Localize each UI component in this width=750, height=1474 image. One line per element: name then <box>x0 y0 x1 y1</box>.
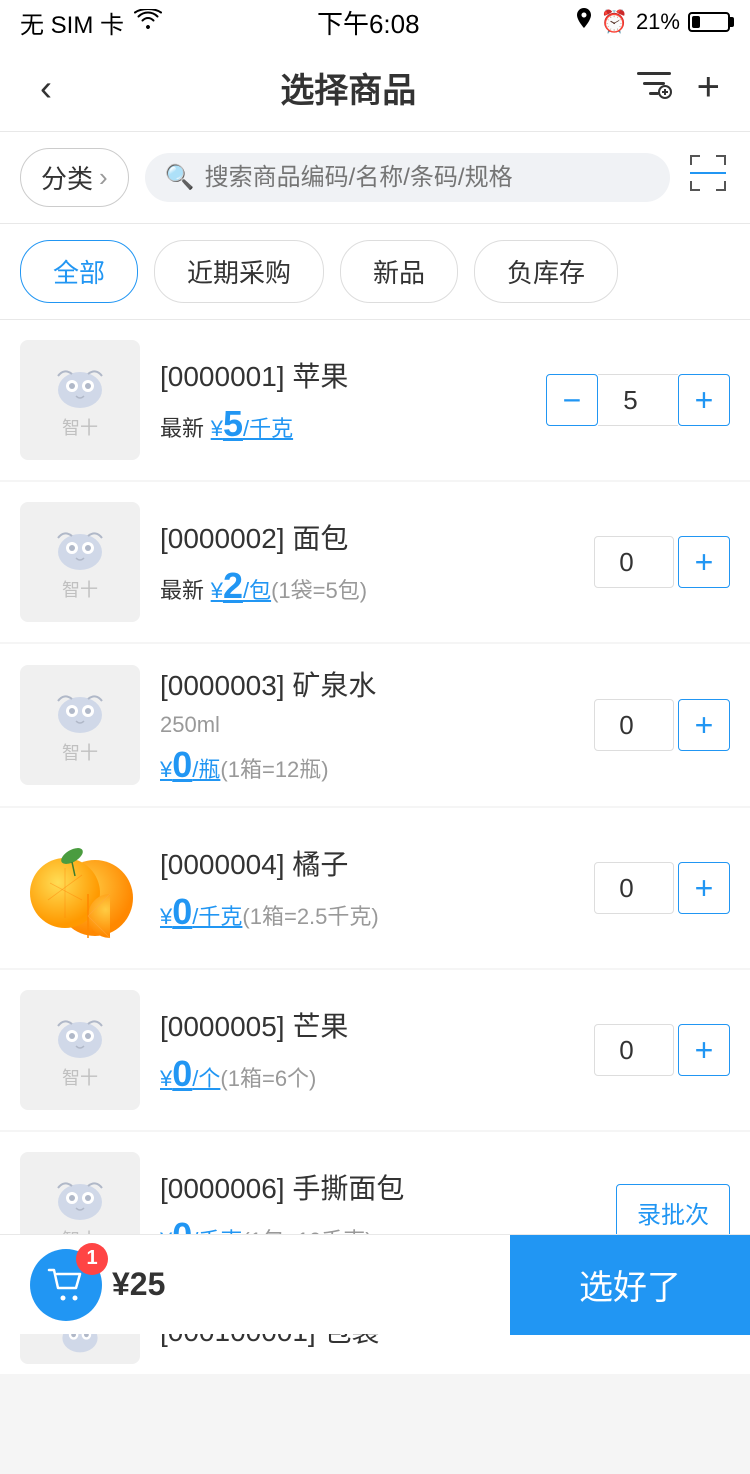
tab-new[interactable]: 新品 <box>340 240 458 303</box>
quantity-control: + <box>594 862 730 914</box>
filter-button[interactable] <box>635 67 673 109</box>
list-item: 智十 [0000002] 面包 最新 ¥2/包(1袋=5包) + <box>0 482 750 642</box>
wifi-icon <box>134 8 162 36</box>
quantity-input[interactable] <box>598 374 678 426</box>
filter-tabs: 全部 近期采购 新品 负库存 <box>0 224 750 320</box>
location-icon <box>575 8 593 36</box>
product-list: 智十 [0000001] 苹果 最新 ¥5/千克 − + <box>0 320 750 1374</box>
product-info: [0000005] 芒果 ¥0/个(1箱=6个) <box>160 1005 574 1095</box>
tab-recent[interactable]: 近期采购 <box>154 240 324 303</box>
category-label: 分类 <box>41 159 93 196</box>
product-spec: 250ml <box>160 712 574 738</box>
carrier-label: 无 SIM 卡 <box>20 5 124 40</box>
quantity-input[interactable] <box>594 536 674 588</box>
product-image: 智十 <box>20 340 140 460</box>
add-button[interactable]: + <box>697 65 720 110</box>
status-right: ⏰ 21% <box>575 8 730 36</box>
quantity-control: + <box>594 536 730 588</box>
cart-button[interactable]: 1 <box>30 1249 102 1321</box>
page-title: 选择商品 <box>280 63 416 112</box>
search-input-wrap: 🔍 <box>145 153 670 202</box>
product-price: 最新 ¥5/千克 <box>160 403 526 445</box>
bottom-bar: 1 ¥25 选好了 <box>0 1234 750 1334</box>
confirm-button[interactable]: 选好了 <box>510 1235 750 1335</box>
category-button[interactable]: 分类 › <box>20 148 129 207</box>
product-info: [0000004] 橘子 ¥0/千克(1箱=2.5千克) <box>160 843 574 933</box>
status-bar: 无 SIM 卡 下午6:08 ⏰ 21% <box>0 0 750 44</box>
tangerine-illustration <box>20 828 140 948</box>
plus-button[interactable]: + <box>678 699 730 751</box>
product-info: [0000002] 面包 最新 ¥2/包(1袋=5包) <box>160 517 574 607</box>
product-image: 智十 <box>20 502 140 622</box>
product-price: ¥0/瓶(1箱=12瓶) <box>160 744 574 786</box>
product-name: [0000006] 手撕面包 <box>160 1167 596 1207</box>
product-info: [0000001] 苹果 最新 ¥5/千克 <box>160 355 526 445</box>
search-input[interactable] <box>205 164 650 192</box>
status-time: 下午6:08 <box>317 4 420 41</box>
product-price: 最新 ¥2/包(1袋=5包) <box>160 565 574 607</box>
nav-actions: + <box>635 65 720 110</box>
brand-watermark: 智十 <box>62 739 98 765</box>
plus-button[interactable]: + <box>678 862 730 914</box>
list-item: 智十 [0000003] 矿泉水 250ml ¥0/瓶(1箱=12瓶) + <box>0 644 750 806</box>
plus-button[interactable]: + <box>678 374 730 426</box>
placeholder-owl-icon: 智十 <box>50 1010 110 1090</box>
quantity-input[interactable] <box>594 699 674 751</box>
cart-section: 1 ¥25 <box>0 1249 510 1321</box>
tab-all[interactable]: 全部 <box>20 240 138 303</box>
product-price: ¥0/个(1箱=6个) <box>160 1053 574 1095</box>
tab-negative-stock[interactable]: 负库存 <box>474 240 618 303</box>
battery-percent: 21% <box>636 9 680 35</box>
placeholder-owl-icon: 智十 <box>50 360 110 440</box>
alarm-icon: ⏰ <box>601 9 628 35</box>
cart-badge: 1 <box>76 1243 108 1275</box>
search-icon: 🔍 <box>165 163 195 192</box>
cart-total: ¥25 <box>112 1266 165 1303</box>
search-row: 分类 › 🔍 <box>0 132 750 224</box>
product-image: 智十 <box>20 665 140 785</box>
quantity-control: + <box>594 1024 730 1076</box>
product-name: [0000001] 苹果 <box>160 355 526 395</box>
scan-button[interactable] <box>686 151 730 204</box>
list-item: 智十 [0000001] 苹果 最新 ¥5/千克 − + <box>0 320 750 480</box>
product-image: 智十 <box>20 990 140 1110</box>
placeholder-owl-icon: 智十 <box>50 685 110 765</box>
product-info: [0000003] 矿泉水 250ml ¥0/瓶(1箱=12瓶) <box>160 664 574 786</box>
product-name: [0000005] 芒果 <box>160 1005 574 1045</box>
chevron-right-icon: › <box>99 162 108 193</box>
cart-icon <box>47 1268 85 1302</box>
product-price: ¥0/千克(1箱=2.5千克) <box>160 891 574 933</box>
batch-button[interactable]: 录批次 <box>616 1184 730 1241</box>
product-name: [0000004] 橘子 <box>160 843 574 883</box>
brand-watermark: 智十 <box>62 1064 98 1090</box>
quantity-control: − + <box>546 374 730 426</box>
plus-button[interactable]: + <box>678 536 730 588</box>
battery-icon <box>688 12 730 32</box>
brand-watermark: 智十 <box>62 576 98 602</box>
product-name: [0000002] 面包 <box>160 517 574 557</box>
quantity-control: + <box>594 699 730 751</box>
quantity-input[interactable] <box>594 862 674 914</box>
product-name: [0000003] 矿泉水 <box>160 664 574 704</box>
quantity-input[interactable] <box>594 1024 674 1076</box>
list-item: 智十 [0000005] 芒果 ¥0/个(1箱=6个) + <box>0 970 750 1130</box>
brand-watermark: 智十 <box>62 414 98 440</box>
placeholder-owl-icon: 智十 <box>50 522 110 602</box>
minus-button[interactable]: − <box>546 374 598 426</box>
plus-button[interactable]: + <box>678 1024 730 1076</box>
back-button[interactable]: ‹ <box>30 57 62 119</box>
status-left: 无 SIM 卡 <box>20 5 162 40</box>
nav-bar: ‹ 选择商品 + <box>0 44 750 132</box>
product-image <box>20 828 140 948</box>
list-item: [0000004] 橘子 ¥0/千克(1箱=2.5千克) + <box>0 808 750 968</box>
